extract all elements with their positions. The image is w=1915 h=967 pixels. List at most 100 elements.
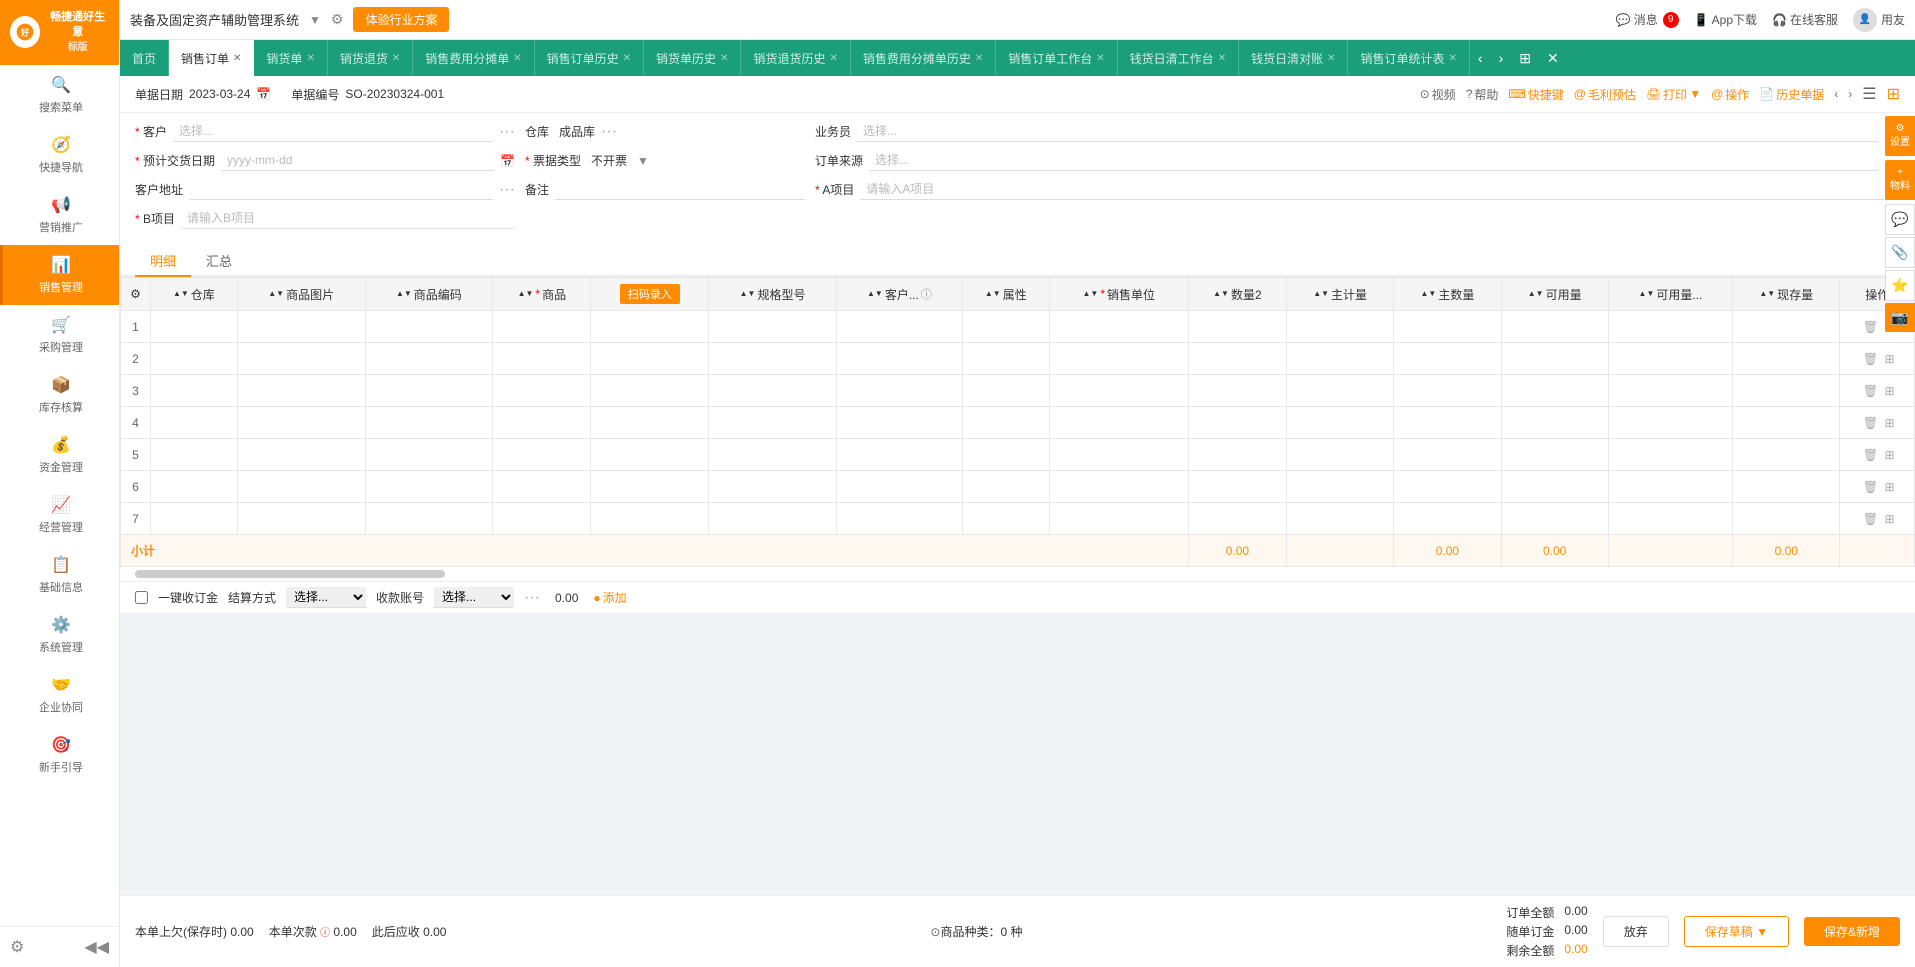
row-main-unit[interactable]: [1287, 375, 1394, 407]
tab-invoice-history[interactable]: 销货单历史 ✕: [644, 40, 741, 76]
row-delete-icon[interactable]: 🗑: [1863, 352, 1878, 366]
row-qty2[interactable]: [1188, 311, 1286, 343]
b-project-input[interactable]: [181, 208, 515, 229]
row-image[interactable]: [237, 503, 365, 535]
tab-summary[interactable]: 汇总: [191, 246, 247, 277]
row-warehouse[interactable]: [151, 311, 238, 343]
tab-order-workbench[interactable]: 销售订单工作台 ✕: [996, 40, 1117, 76]
row-available[interactable]: [1501, 375, 1608, 407]
tab-detail[interactable]: 明细: [135, 246, 191, 277]
col-warehouse[interactable]: ▲▼ 仓库: [151, 278, 238, 311]
row-main-unit[interactable]: [1287, 439, 1394, 471]
row-available2[interactable]: [1608, 343, 1732, 375]
attach-side-btn[interactable]: 📎: [1885, 237, 1915, 268]
row-copy-icon[interactable]: ⊞: [1884, 384, 1894, 398]
row-unit[interactable]: [1049, 375, 1188, 407]
row-image[interactable]: [237, 439, 365, 471]
next-record-icon[interactable]: ›: [1848, 87, 1852, 101]
col-warehouse-sort[interactable]: ▲▼ 仓库: [173, 286, 215, 303]
row-available2[interactable]: [1608, 439, 1732, 471]
settings-side-btn[interactable]: ⚙设置: [1885, 116, 1915, 156]
col-goods-sort[interactable]: ▲▼ *商品: [518, 286, 567, 303]
col-main-unit[interactable]: ▲▼ 主计量: [1287, 278, 1394, 311]
tab-daily-clear[interactable]: 钱货日清工作台 ✕: [1118, 40, 1239, 76]
row-attr[interactable]: [962, 375, 1049, 407]
horizontal-scrollbar[interactable]: [135, 570, 445, 578]
tab-reconcile[interactable]: 钱货日清对账 ✕: [1239, 40, 1348, 76]
row-stock[interactable]: [1733, 375, 1840, 407]
row-stock[interactable]: [1733, 439, 1840, 471]
row-code[interactable]: [365, 343, 493, 375]
row-stock[interactable]: [1733, 407, 1840, 439]
row-available2[interactable]: [1608, 503, 1732, 535]
row-goods[interactable]: [493, 375, 591, 407]
shortcut-btn[interactable]: ⌨ 快捷键: [1508, 86, 1563, 103]
table-settings-icon[interactable]: ⚙: [130, 287, 141, 301]
collapse-icon[interactable]: ◀◀: [84, 937, 109, 957]
col-main-unit-sort[interactable]: ▲▼ 主计量: [1313, 286, 1367, 303]
tab-close-icon[interactable]: ✕: [1218, 53, 1226, 64]
row-main-unit[interactable]: [1287, 407, 1394, 439]
camera-side-btn[interactable]: 📷: [1885, 303, 1915, 332]
tab-close-icon[interactable]: ✕: [1096, 53, 1104, 64]
col-goods[interactable]: ▲▼ *商品: [493, 278, 591, 311]
row-available[interactable]: [1501, 407, 1608, 439]
tab-fee-history[interactable]: 销售费用分摊单历史 ✕: [851, 40, 996, 76]
settings-gear-icon[interactable]: ⚙: [331, 11, 344, 28]
profit-btn[interactable]: @ 毛利预估: [1574, 86, 1636, 103]
col-available2[interactable]: ▲▼ 可用量...: [1608, 278, 1732, 311]
tab-sales-order[interactable]: 销售订单 ✕: [169, 40, 254, 76]
row-spec[interactable]: [709, 343, 837, 375]
row-main-unit[interactable]: [1287, 311, 1394, 343]
scan-button[interactable]: 扫码录入: [620, 284, 680, 304]
save-new-button[interactable]: 保存&新增: [1804, 917, 1900, 946]
tab-sales-return[interactable]: 销货退货 ✕: [328, 40, 413, 76]
sidebar-item-finance[interactable]: 💰 资金管理: [0, 425, 119, 485]
sidebar-item-newguide[interactable]: 🎯 新手引导: [0, 725, 119, 785]
row-delete-icon[interactable]: 🗑: [1863, 512, 1878, 526]
row-qty2[interactable]: [1188, 471, 1286, 503]
salesperson-input[interactable]: [857, 121, 1878, 142]
addr-expand-icon[interactable]: ···: [499, 181, 515, 199]
sidebar-item-enterprise[interactable]: 🤝 企业协同: [0, 665, 119, 725]
row-qty2[interactable]: [1188, 407, 1286, 439]
warehouse-expand-icon[interactable]: ···: [601, 123, 617, 141]
sidebar-item-purchase[interactable]: 🛒 采购管理: [0, 305, 119, 365]
row-main-qty[interactable]: [1394, 503, 1501, 535]
col-code-sort[interactable]: ▲▼ 商品编码: [396, 286, 462, 303]
row-main-unit[interactable]: [1287, 471, 1394, 503]
row-available[interactable]: [1501, 439, 1608, 471]
account-expand-icon[interactable]: ···: [524, 589, 540, 607]
col-available-sort[interactable]: ▲▼ 可用量: [1528, 286, 1582, 303]
online-service[interactable]: 🎧 在线客服: [1772, 11, 1838, 28]
row-main-qty[interactable]: [1394, 439, 1501, 471]
settings-icon[interactable]: ⚙: [10, 937, 24, 957]
row-copy-icon[interactable]: ⊞: [1884, 512, 1894, 526]
row-spec[interactable]: [709, 311, 837, 343]
col-image-sort[interactable]: ▲▼ 商品图片: [268, 286, 334, 303]
col-customer-code-sort[interactable]: ▲▼ 客户... ⓘ: [867, 286, 932, 303]
row-customer-code[interactable]: [836, 311, 962, 343]
col-settings[interactable]: ⚙: [121, 278, 151, 311]
row-copy-icon[interactable]: ⊞: [1884, 448, 1894, 462]
row-goods[interactable]: [493, 439, 591, 471]
col-stock-sort[interactable]: ▲▼ 现存量: [1759, 286, 1813, 303]
row-warehouse[interactable]: [151, 407, 238, 439]
row-image[interactable]: [237, 343, 365, 375]
row-unit[interactable]: [1049, 407, 1188, 439]
sidebar-item-operation[interactable]: 📈 经营管理: [0, 485, 119, 545]
account-select[interactable]: 选择...: [434, 587, 514, 608]
row-qty2[interactable]: [1188, 439, 1286, 471]
row-customer-code[interactable]: [836, 375, 962, 407]
col-customer-code[interactable]: ▲▼ 客户... ⓘ: [836, 278, 962, 311]
app-download[interactable]: 📱 App下载: [1694, 11, 1757, 28]
row-attr[interactable]: [962, 503, 1049, 535]
tab-close-icon[interactable]: ✕: [623, 53, 631, 64]
row-qty2[interactable]: [1188, 343, 1286, 375]
row-qty2[interactable]: [1188, 503, 1286, 535]
row-customer-code[interactable]: [836, 343, 962, 375]
col-spec-sort[interactable]: ▲▼ 规格型号: [740, 286, 806, 303]
row-warehouse[interactable]: [151, 343, 238, 375]
row-main-qty[interactable]: [1394, 311, 1501, 343]
tab-prev-btn[interactable]: ‹: [1470, 50, 1491, 66]
